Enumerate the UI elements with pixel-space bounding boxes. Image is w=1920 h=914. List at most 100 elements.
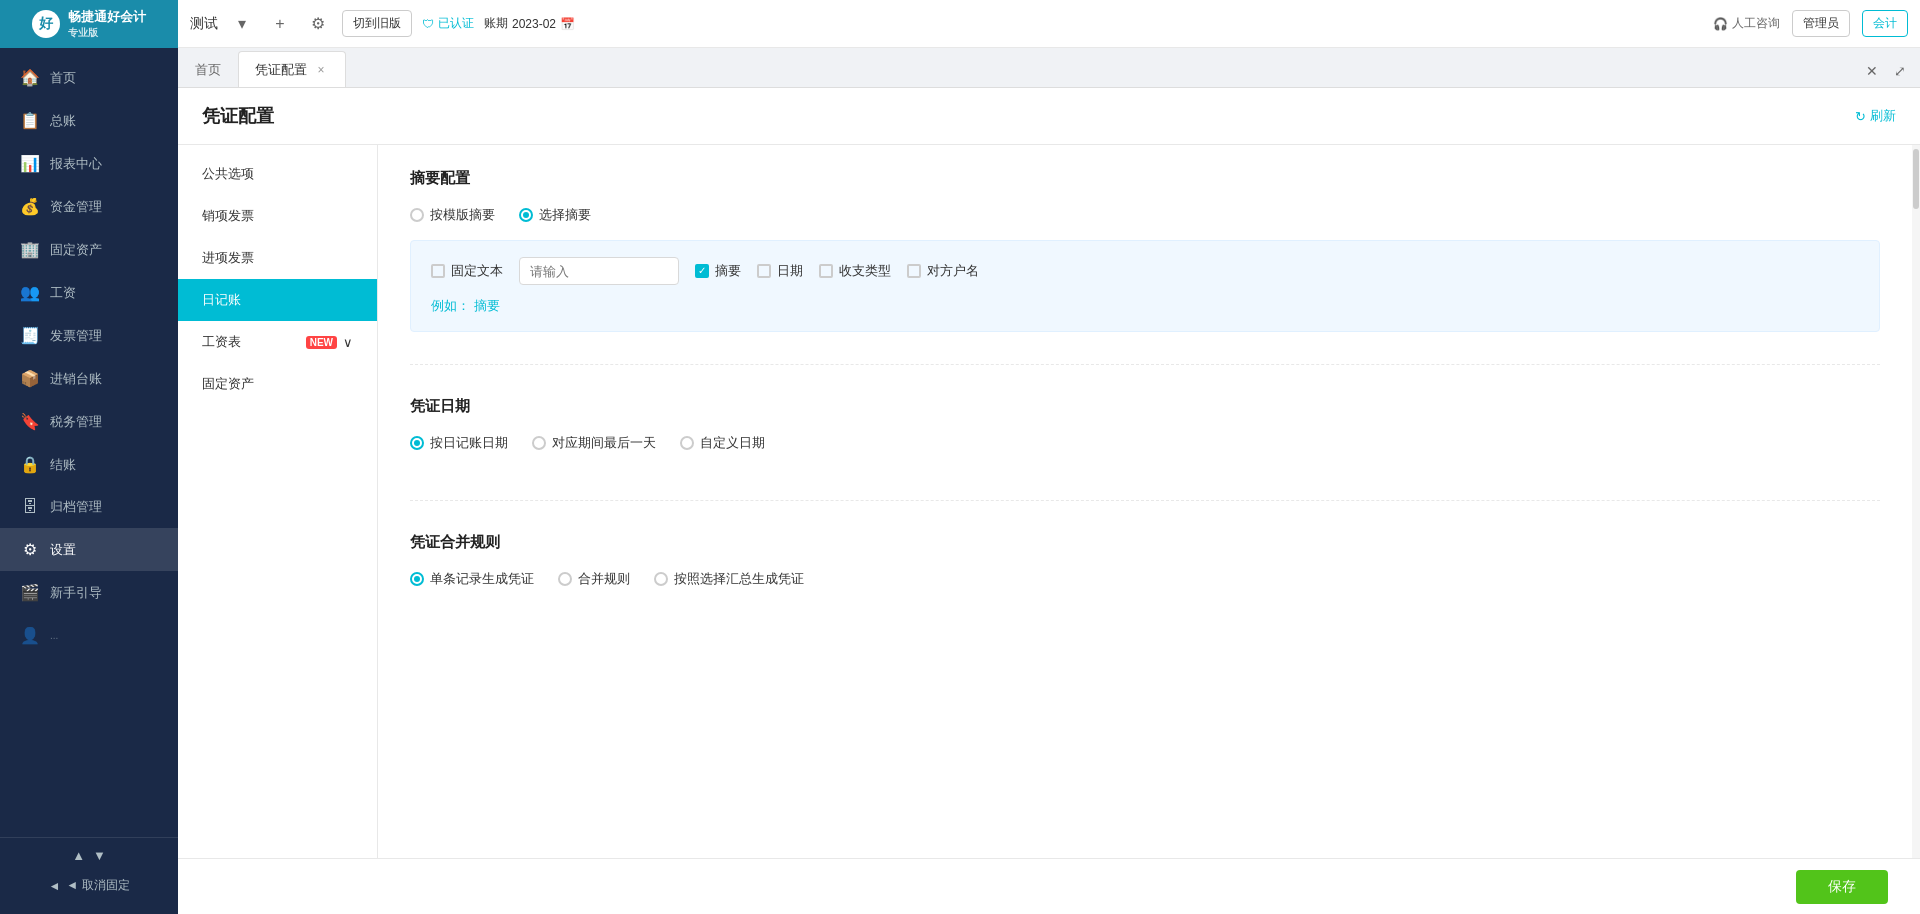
voucher-date-radio-group: 按日记账日期 对应期间最后一天 自定义日期 bbox=[410, 434, 1880, 452]
new-badge: NEW bbox=[306, 336, 337, 349]
radio-select-abstract[interactable]: 选择摘要 bbox=[519, 206, 591, 224]
sidebar-item-extra[interactable]: 👤 ... bbox=[0, 614, 178, 657]
calendar-icon[interactable]: 📅 bbox=[560, 17, 575, 31]
sales-purchase-icon: 📦 bbox=[20, 369, 40, 388]
left-nav-item-purchase-invoice[interactable]: 进项发票 bbox=[178, 237, 377, 279]
radio-last-day[interactable]: 对应期间最后一天 bbox=[532, 434, 656, 452]
left-nav: 公共选项 销项发票 进项发票 日记账 工资表 bbox=[178, 145, 378, 858]
shield-icon: 🛡 bbox=[422, 17, 434, 31]
sidebar-item-funds[interactable]: 💰 资金管理 bbox=[0, 185, 178, 228]
page-header: 凭证配置 ↻ 刷新 bbox=[178, 88, 1920, 145]
voucher-merge-section: 凭证合并规则 单条记录生成凭证 合并规则 bbox=[410, 533, 1880, 636]
sidebar-item-home[interactable]: 🏠 首页 bbox=[0, 56, 178, 99]
closing-icon: 🔒 bbox=[20, 455, 40, 474]
tab-expand-icon[interactable]: ⤢ bbox=[1888, 59, 1912, 83]
refresh-icon: ↻ bbox=[1855, 109, 1866, 124]
sidebar-item-reports[interactable]: 📊 报表中心 bbox=[0, 142, 178, 185]
radio-journal-date[interactable]: 按日记账日期 bbox=[410, 434, 508, 452]
checkbox-counterpart-box bbox=[907, 264, 921, 278]
page-title: 凭证配置 bbox=[202, 104, 274, 144]
tab-close-icon[interactable]: × bbox=[313, 62, 329, 78]
refresh-button[interactable]: ↻ 刷新 bbox=[1855, 107, 1896, 141]
payroll-icon: 👥 bbox=[20, 283, 40, 302]
radio-by-selection[interactable]: 按照选择汇总生成凭证 bbox=[654, 570, 804, 588]
tab-voucher-config[interactable]: 凭证配置 × bbox=[238, 51, 346, 87]
checkbox-fixed-text-box bbox=[431, 264, 445, 278]
admin-button[interactable]: 管理员 bbox=[1792, 10, 1850, 37]
radio-custom-date-circle bbox=[680, 436, 694, 450]
save-button[interactable]: 保存 bbox=[1796, 870, 1888, 904]
save-bar: 保存 bbox=[178, 858, 1920, 914]
voucher-date-title: 凭证日期 bbox=[410, 397, 1880, 416]
voucher-date-section: 凭证日期 按日记账日期 对应期间最后一天 bbox=[410, 397, 1880, 501]
radio-merge-rules[interactable]: 合并规则 bbox=[558, 570, 630, 588]
radio-single[interactable]: 单条记录生成凭证 bbox=[410, 570, 534, 588]
radio-journal-date-circle bbox=[410, 436, 424, 450]
left-nav-item-fixed-assets[interactable]: 固定资产 bbox=[178, 363, 377, 405]
right-content: 摘要配置 按模版摘要 选择摘要 bbox=[378, 145, 1912, 858]
sidebar-item-sales-purchase[interactable]: 📦 进销台账 bbox=[0, 357, 178, 400]
period-badge: 账期 2023-02 📅 bbox=[484, 15, 575, 32]
left-nav-item-public[interactable]: 公共选项 bbox=[178, 153, 377, 195]
switch-old-button[interactable]: 切到旧版 bbox=[342, 10, 412, 37]
consult-button[interactable]: 🎧 人工咨询 bbox=[1713, 15, 1780, 32]
sidebar-scroll-down[interactable]: ▼ bbox=[93, 848, 106, 863]
sidebar-item-archive[interactable]: 🗄 归档管理 bbox=[0, 486, 178, 528]
logo-icon: 好 bbox=[32, 10, 60, 38]
add-button[interactable]: + bbox=[266, 10, 294, 38]
radio-last-day-circle bbox=[532, 436, 546, 450]
checkbox-abstract[interactable]: 摘要 bbox=[695, 262, 741, 280]
checkbox-payment-type[interactable]: 收支类型 bbox=[819, 262, 891, 280]
app-name: 畅捷通好会计 bbox=[68, 8, 146, 26]
checkbox-abstract-box bbox=[695, 264, 709, 278]
collapse-icon: ◄ bbox=[48, 879, 60, 893]
voucher-merge-radio-group: 单条记录生成凭证 合并规则 按照选择汇总生成凭证 bbox=[410, 570, 1880, 588]
abstract-config-box: 固定文本 摘要 日期 bbox=[410, 240, 1880, 332]
sidebar-scroll-up[interactable]: ▲ bbox=[72, 848, 85, 863]
sidebar-item-payroll[interactable]: 👥 工资 bbox=[0, 271, 178, 314]
left-nav-item-sales-invoice[interactable]: 销项发票 bbox=[178, 195, 377, 237]
scrollbar[interactable] bbox=[1912, 145, 1920, 858]
app-edition: 专业版 bbox=[68, 26, 146, 40]
ledger-icon: 📋 bbox=[20, 111, 40, 130]
abstract-section: 摘要配置 按模版摘要 选择摘要 bbox=[410, 169, 1880, 365]
checkbox-counterpart[interactable]: 对方户名 bbox=[907, 262, 979, 280]
sidebar-item-fixed-assets[interactable]: 🏢 固定资产 bbox=[0, 228, 178, 271]
sidebar-item-invoice-mgmt[interactable]: 🧾 发票管理 bbox=[0, 314, 178, 357]
radio-custom-date[interactable]: 自定义日期 bbox=[680, 434, 765, 452]
sidebar-item-closing[interactable]: 🔒 结账 bbox=[0, 443, 178, 486]
archive-icon: 🗄 bbox=[20, 498, 40, 516]
sidebar-logo: 好 畅捷通好会计 专业版 bbox=[0, 0, 178, 48]
radio-template-abstract[interactable]: 按模版摘要 bbox=[410, 206, 495, 224]
left-nav-item-payroll-table[interactable]: 工资表 NEW ∨ bbox=[178, 321, 377, 363]
checkbox-date[interactable]: 日期 bbox=[757, 262, 803, 280]
radio-single-circle bbox=[410, 572, 424, 586]
settings-gear-icon[interactable]: ⚙ bbox=[304, 10, 332, 38]
home-icon: 🏠 bbox=[20, 68, 40, 87]
extra-icon: 👤 bbox=[20, 626, 40, 645]
sidebar-item-ledger[interactable]: 📋 总账 bbox=[0, 99, 178, 142]
tab-home[interactable]: 首页 bbox=[178, 51, 238, 87]
sidebar-item-settings[interactable]: ⚙ 设置 bbox=[0, 528, 178, 571]
radio-merge-rules-circle bbox=[558, 572, 572, 586]
arrow-down-icon: ∨ bbox=[343, 335, 353, 350]
tab-close-all-icon[interactable]: ✕ bbox=[1860, 59, 1884, 83]
accountant-button[interactable]: 会计 bbox=[1862, 10, 1908, 37]
example-text: 例如： 摘要 bbox=[431, 297, 1859, 315]
tax-mgmt-icon: 🔖 bbox=[20, 412, 40, 431]
fixed-assets-icon: 🏢 bbox=[20, 240, 40, 259]
beginner-icon: 🎬 bbox=[20, 583, 40, 602]
abstract-section-title: 摘要配置 bbox=[410, 169, 1880, 188]
checkbox-date-box bbox=[757, 264, 771, 278]
sidebar-item-beginner[interactable]: 🎬 新手引导 bbox=[0, 571, 178, 614]
workspace-name[interactable]: 测试 bbox=[190, 15, 218, 33]
checkbox-fixed-text[interactable]: 固定文本 bbox=[431, 262, 503, 280]
fixed-text-input[interactable] bbox=[519, 257, 679, 285]
left-nav-item-journal[interactable]: 日记账 bbox=[178, 279, 377, 321]
sidebar-collapse-button[interactable]: ◄ ◄ 取消固定 bbox=[0, 867, 178, 904]
workspace-dropdown-icon[interactable]: ▾ bbox=[228, 10, 256, 38]
settings-icon: ⚙ bbox=[20, 540, 40, 559]
invoice-mgmt-icon: 🧾 bbox=[20, 326, 40, 345]
sidebar-item-tax-mgmt[interactable]: 🔖 税务管理 bbox=[0, 400, 178, 443]
abstract-radio-group: 按模版摘要 选择摘要 bbox=[410, 206, 1880, 224]
